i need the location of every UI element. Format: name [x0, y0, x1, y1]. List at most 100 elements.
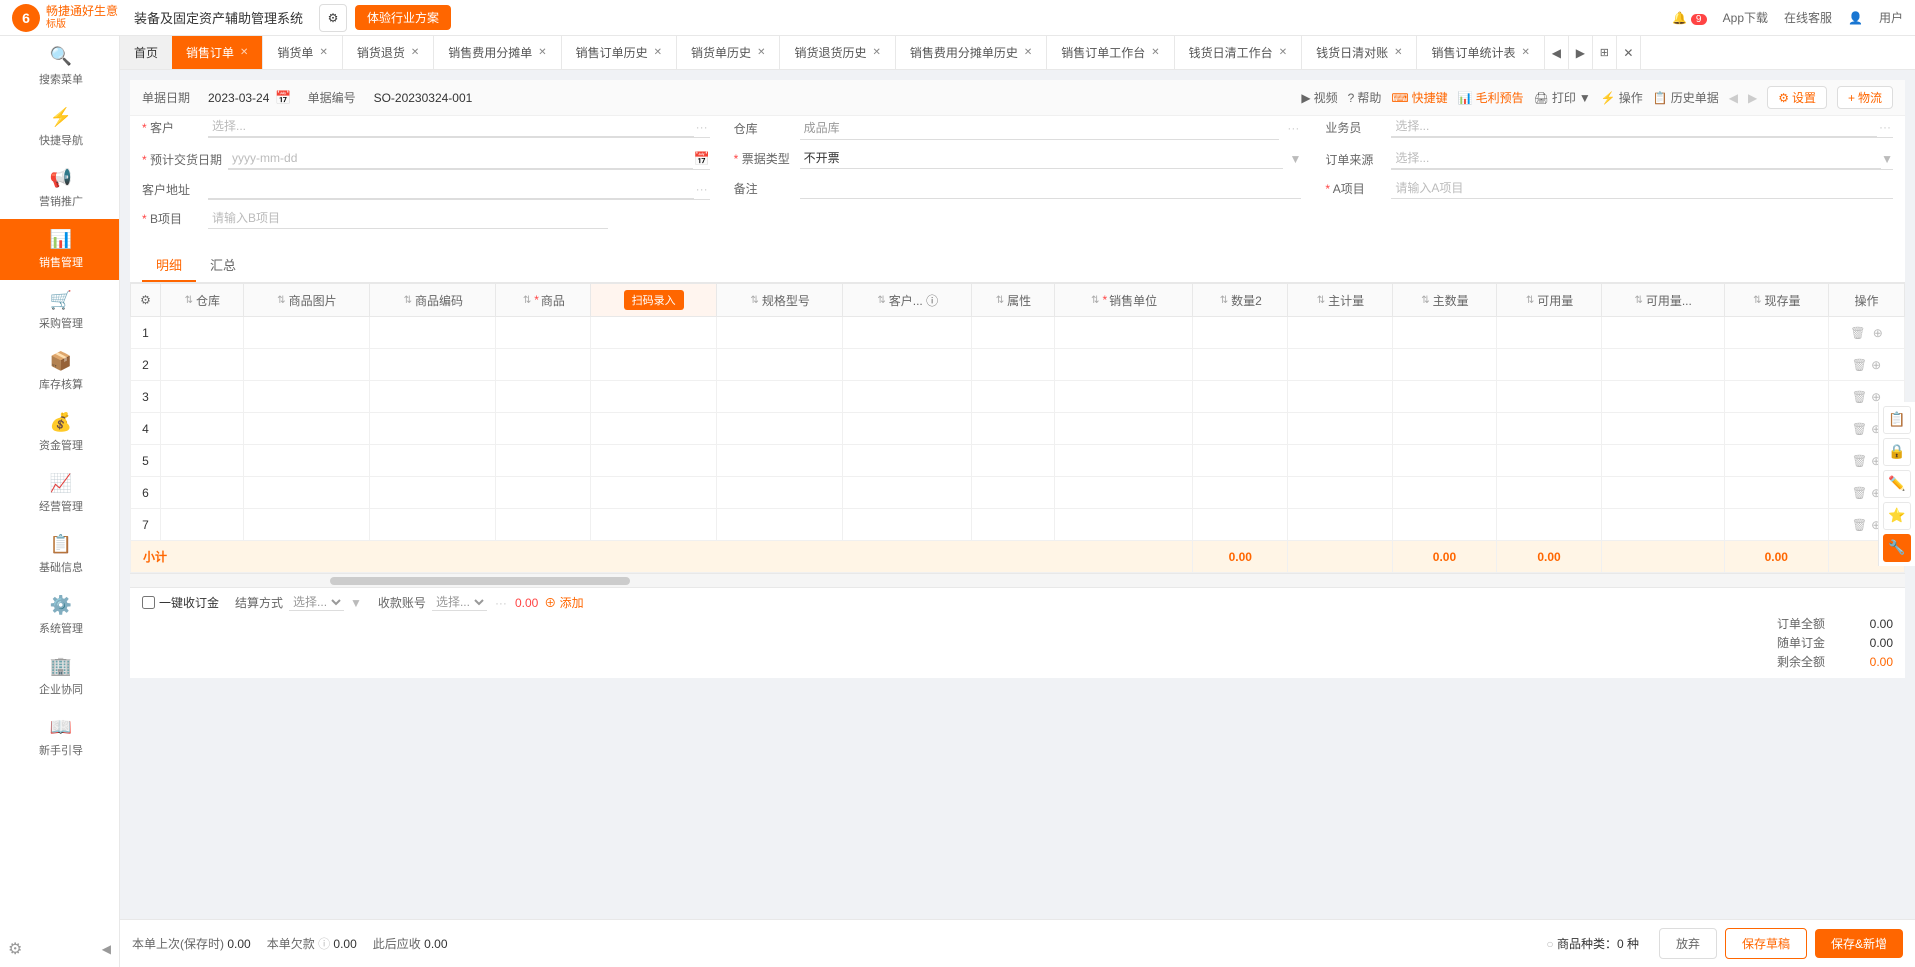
sidebar-item-purchase[interactable]: 🛒 采购管理 [0, 280, 119, 341]
delete-icon[interactable]: 🗑 [1850, 326, 1865, 340]
info-icon[interactable]: ⓘ [318, 937, 330, 951]
profit-btn[interactable]: 📊 毛利预告 [1458, 89, 1524, 106]
scan-btn[interactable]: 扫码录入 [624, 290, 684, 310]
sidebar-item-search[interactable]: 🔍 搜索菜单 [0, 36, 119, 97]
one-click-label[interactable]: 一键收订金 [142, 594, 219, 611]
tab-next-btn[interactable]: ▶ [1569, 36, 1593, 70]
operations-btn[interactable]: ⚡ 操作 [1601, 89, 1643, 106]
sidebar-collapse-btn[interactable]: ◀ [102, 942, 111, 956]
calendar-icon[interactable]: 📅 [275, 90, 291, 106]
sidebar-item-enterprise[interactable]: 🏢 企业协同 [0, 646, 119, 707]
b-project-input[interactable] [208, 208, 608, 229]
row-warehouse[interactable] [161, 317, 244, 349]
view-video-btn[interactable]: ▶ 视频 [1301, 89, 1337, 106]
sidebar-item-guide[interactable]: 📖 新手引导 [0, 707, 119, 768]
copy-icon[interactable]: ⊕ [1871, 358, 1881, 372]
rf-btn-1[interactable]: 📋 [1883, 406, 1911, 434]
tab-sales-order[interactable]: 销售订单 ✕ [172, 36, 263, 70]
account-select[interactable]: 选择... [432, 594, 487, 611]
copy-icon[interactable]: ⊕ [1873, 326, 1883, 340]
tab-sales-return[interactable]: 销货单 ✕ [263, 36, 342, 70]
close-tab-icon[interactable]: ✕ [1024, 47, 1032, 58]
sidebar-settings-icon[interactable]: ⚙ [8, 939, 22, 959]
col-settings[interactable]: ⚙ [131, 284, 161, 317]
notification-bell[interactable]: 🔔 9 [1672, 11, 1706, 25]
sidebar-item-operations[interactable]: 📈 经营管理 [0, 463, 119, 524]
address-dots-btn[interactable]: ··· [694, 182, 710, 196]
payment-select[interactable]: 选择... [289, 594, 344, 611]
close-tab-icon[interactable]: ✕ [240, 47, 248, 58]
delete-icon[interactable]: 🗑 [1852, 358, 1867, 372]
row-qty2[interactable] [1193, 317, 1288, 349]
delete-icon[interactable]: 🗑 [1852, 454, 1867, 468]
tab-summary[interactable]: 汇总 [196, 249, 250, 282]
delivery-calendar-icon[interactable]: 📅 [693, 151, 709, 167]
customer-input[interactable] [208, 116, 694, 137]
history-btn[interactable]: 📋 历史单据 [1653, 89, 1719, 106]
sidebar-item-finance[interactable]: 💰 资金管理 [0, 402, 119, 463]
row-main-unit[interactable] [1288, 317, 1393, 349]
delete-icon[interactable]: 🗑 [1852, 518, 1867, 532]
settings-button[interactable]: ⚙ 设置 [1767, 86, 1827, 109]
discard-button[interactable]: 放弃 [1659, 928, 1717, 959]
sidebar-item-marketing[interactable]: 📢 营销推广 [0, 158, 119, 219]
sidebar-item-quick-nav[interactable]: ⚡ 快捷导航 [0, 97, 119, 158]
row-available[interactable] [1497, 317, 1602, 349]
tab-sales-expense[interactable]: 销售费用分摊单 ✕ [434, 36, 561, 70]
one-click-checkbox[interactable] [142, 596, 155, 609]
close-tab-icon[interactable]: ✕ [538, 47, 546, 58]
tab-detail[interactable]: 明细 [142, 249, 196, 282]
rf-btn-4[interactable]: ⭐ [1883, 502, 1911, 530]
tab-home[interactable]: 首页 [120, 36, 172, 70]
close-tab-icon[interactable]: ✕ [1394, 47, 1402, 58]
tab-grid-btn[interactable]: ⊞ [1593, 36, 1617, 70]
add-row-button[interactable]: + 物流 [1837, 86, 1893, 109]
close-tab-icon[interactable]: ✕ [1279, 47, 1287, 58]
rf-btn-5[interactable]: 🔧 [1883, 534, 1911, 562]
industry-btn[interactable]: 体验行业方案 [355, 5, 451, 30]
order-source-input[interactable] [1391, 148, 1881, 169]
tab-refund-history[interactable]: 销货退货历史 ✕ [780, 36, 895, 70]
settings-icon[interactable]: ⚙ [140, 293, 151, 307]
help-btn[interactable]: ? 帮助 [1348, 89, 1382, 106]
account-dots-btn[interactable]: ··· [493, 596, 509, 610]
row-product-code[interactable] [370, 317, 496, 349]
delete-icon[interactable]: 🗑 [1852, 486, 1867, 500]
sidebar-item-inventory[interactable]: 📦 库存核算 [0, 341, 119, 402]
customer-dots-btn[interactable]: ··· [694, 120, 710, 134]
save-draft-button[interactable]: 保存草稿 [1725, 928, 1807, 959]
row-unit[interactable] [1054, 317, 1193, 349]
close-tab-icon[interactable]: ✕ [654, 47, 662, 58]
delete-icon[interactable]: 🗑 [1852, 390, 1867, 404]
rf-btn-3[interactable]: ✏️ [1883, 470, 1911, 498]
row-customer-code[interactable] [843, 317, 972, 349]
address-input[interactable] [208, 178, 694, 199]
close-tab-icon[interactable]: ✕ [1522, 47, 1530, 58]
close-tab-icon[interactable]: ✕ [319, 47, 327, 58]
shortcut-btn[interactable]: ⌨ 快捷键 [1391, 89, 1447, 106]
row-product[interactable] [496, 317, 591, 349]
online-service-link[interactable]: 在线客服 [1784, 9, 1832, 26]
row-product-image[interactable] [243, 317, 369, 349]
print-btn[interactable]: 🖨 打印 ▼ [1534, 89, 1591, 106]
tab-order-history[interactable]: 销售订单历史 ✕ [562, 36, 677, 70]
close-tab-icon[interactable]: ✕ [411, 47, 419, 58]
invoice-select[interactable]: 不开票 [800, 148, 1284, 169]
tab-receivable-reconcile[interactable]: 钱货日清对账 ✕ [1302, 36, 1417, 70]
scroll-area[interactable] [130, 573, 1905, 587]
close-tab-icon[interactable]: ✕ [872, 47, 880, 58]
tab-sales-summary[interactable]: 销售订单统计表 ✕ [1417, 36, 1544, 70]
sidebar-item-sales[interactable]: 📊 销售管理 [0, 219, 119, 280]
tab-receivable-workbench[interactable]: 钱货日清工作台 ✕ [1175, 36, 1302, 70]
sidebar-item-basic-info[interactable]: 📋 基础信息 [0, 524, 119, 585]
row-current-stock[interactable] [1724, 317, 1829, 349]
tab-order-workbench[interactable]: 销售订单工作台 ✕ [1047, 36, 1174, 70]
tab-close-btn[interactable]: ✕ [1617, 36, 1641, 70]
user-avatar[interactable]: 👤 [1848, 11, 1863, 25]
salesperson-dots-btn[interactable]: ··· [1877, 120, 1893, 134]
a-project-input[interactable] [1391, 178, 1893, 199]
row-spec[interactable] [716, 317, 842, 349]
tab-sales-refund[interactable]: 销货退货 ✕ [343, 36, 434, 70]
warehouse-dots-btn[interactable]: ··· [1285, 121, 1301, 135]
tab-expense-history[interactable]: 销售费用分摊单历史 ✕ [896, 36, 1047, 70]
